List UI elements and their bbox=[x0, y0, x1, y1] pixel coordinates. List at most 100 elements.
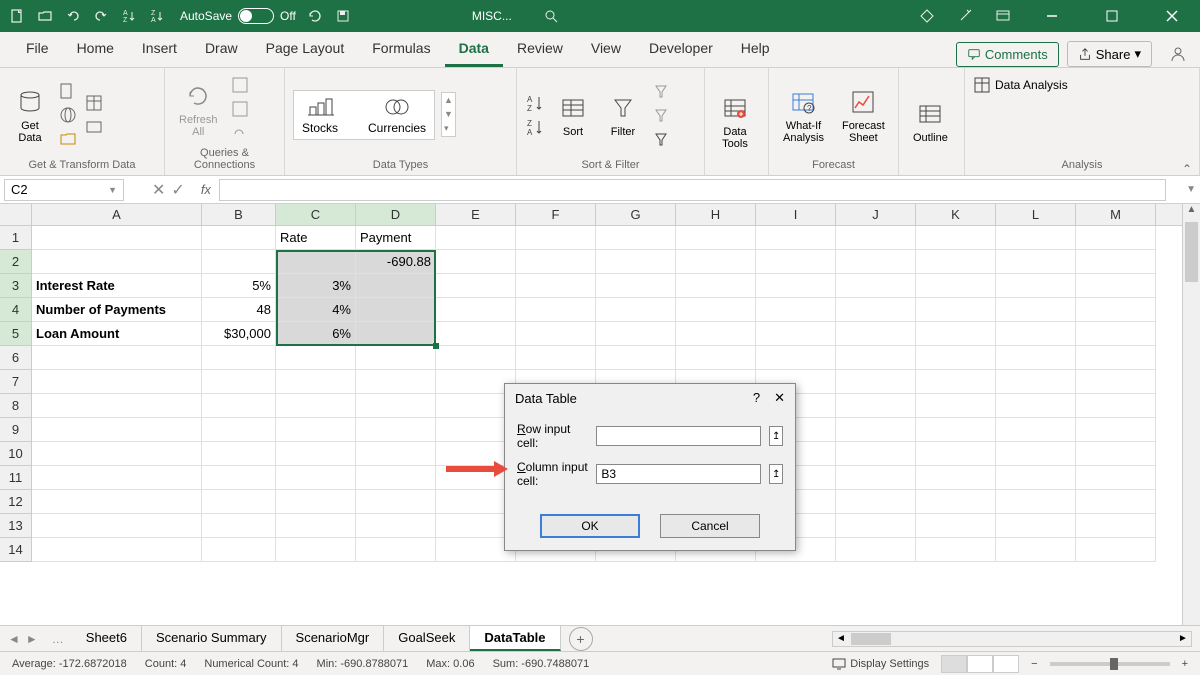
cell-M3[interactable] bbox=[1076, 274, 1156, 298]
cell-K14[interactable] bbox=[916, 538, 996, 562]
cell-L13[interactable] bbox=[996, 514, 1076, 538]
chevron-up-icon[interactable]: ▲ bbox=[444, 95, 453, 105]
cell-K1[interactable] bbox=[916, 226, 996, 250]
cell-H2[interactable] bbox=[676, 250, 756, 274]
row-header-7[interactable]: 7 bbox=[0, 370, 32, 394]
cell-F6[interactable] bbox=[516, 346, 596, 370]
cell-D9[interactable] bbox=[356, 418, 436, 442]
row-ref-picker[interactable]: ↥ bbox=[769, 426, 783, 446]
page-break-view-button[interactable] bbox=[993, 655, 1019, 673]
col-header-J[interactable]: J bbox=[836, 204, 916, 225]
cell-E1[interactable] bbox=[436, 226, 516, 250]
cell-J12[interactable] bbox=[836, 490, 916, 514]
zoom-slider[interactable] bbox=[1050, 662, 1170, 666]
cell-L10[interactable] bbox=[996, 442, 1076, 466]
cell-D14[interactable] bbox=[356, 538, 436, 562]
cell-C3[interactable]: 3% bbox=[276, 274, 356, 298]
cell-E3[interactable] bbox=[436, 274, 516, 298]
sort-az-icon[interactable]: AZ bbox=[525, 93, 545, 113]
cell-B6[interactable] bbox=[202, 346, 276, 370]
normal-view-button[interactable] bbox=[941, 655, 967, 673]
cell-F1[interactable] bbox=[516, 226, 596, 250]
cell-A10[interactable] bbox=[32, 442, 202, 466]
data-analysis-button[interactable]: Data Analysis bbox=[973, 76, 1068, 94]
cell-K7[interactable] bbox=[916, 370, 996, 394]
what-if-button[interactable]: ? What-If Analysis bbox=[777, 84, 830, 146]
col-header-E[interactable]: E bbox=[436, 204, 516, 225]
cell-K2[interactable] bbox=[916, 250, 996, 274]
cell-E4[interactable] bbox=[436, 298, 516, 322]
cell-L11[interactable] bbox=[996, 466, 1076, 490]
cell-A3[interactable]: Interest Rate bbox=[32, 274, 202, 298]
autosave-toggle[interactable]: AutoSave Off bbox=[180, 8, 296, 24]
cell-J3[interactable] bbox=[836, 274, 916, 298]
name-box[interactable]: C2 ▼ bbox=[4, 179, 124, 201]
cell-K12[interactable] bbox=[916, 490, 996, 514]
edit-links-icon[interactable] bbox=[230, 123, 250, 143]
col-header-L[interactable]: L bbox=[996, 204, 1076, 225]
cell-E2[interactable] bbox=[436, 250, 516, 274]
cell-M9[interactable] bbox=[1076, 418, 1156, 442]
cell-C14[interactable] bbox=[276, 538, 356, 562]
row-header-6[interactable]: 6 bbox=[0, 346, 32, 370]
row-header-4[interactable]: 4 bbox=[0, 298, 32, 322]
cell-H1[interactable] bbox=[676, 226, 756, 250]
menu-tab-home[interactable]: Home bbox=[63, 32, 128, 67]
col-header-K[interactable]: K bbox=[916, 204, 996, 225]
save-icon[interactable] bbox=[334, 7, 352, 25]
scroll-right-icon[interactable]: ► bbox=[1175, 633, 1191, 644]
cell-C7[interactable] bbox=[276, 370, 356, 394]
cell-A12[interactable] bbox=[32, 490, 202, 514]
cell-J4[interactable] bbox=[836, 298, 916, 322]
cell-A6[interactable] bbox=[32, 346, 202, 370]
cell-J8[interactable] bbox=[836, 394, 916, 418]
collapse-ribbon-icon[interactable]: ⌃ bbox=[1182, 162, 1192, 176]
cell-D11[interactable] bbox=[356, 466, 436, 490]
cell-B1[interactable] bbox=[202, 226, 276, 250]
menu-tab-formulas[interactable]: Formulas bbox=[358, 32, 444, 67]
cell-B11[interactable] bbox=[202, 466, 276, 490]
horizontal-scrollbar[interactable]: ◄ ► bbox=[832, 631, 1192, 647]
cell-K9[interactable] bbox=[916, 418, 996, 442]
cell-L8[interactable] bbox=[996, 394, 1076, 418]
cell-G2[interactable] bbox=[596, 250, 676, 274]
cell-C13[interactable] bbox=[276, 514, 356, 538]
sort-button[interactable]: Sort bbox=[551, 90, 595, 140]
menu-tab-data[interactable]: Data bbox=[445, 32, 503, 67]
clear-filter-icon[interactable] bbox=[651, 81, 671, 101]
cell-L12[interactable] bbox=[996, 490, 1076, 514]
data-tools-button[interactable]: Data Tools bbox=[713, 90, 757, 152]
cell-I3[interactable] bbox=[756, 274, 836, 298]
cell-M14[interactable] bbox=[1076, 538, 1156, 562]
cell-G3[interactable] bbox=[596, 274, 676, 298]
outline-button[interactable]: Outline bbox=[907, 96, 954, 146]
cell-K4[interactable] bbox=[916, 298, 996, 322]
menu-tab-page-layout[interactable]: Page Layout bbox=[252, 32, 359, 67]
cell-C9[interactable] bbox=[276, 418, 356, 442]
cell-J2[interactable] bbox=[836, 250, 916, 274]
from-folder-icon[interactable] bbox=[58, 129, 78, 149]
cell-B7[interactable] bbox=[202, 370, 276, 394]
cell-G4[interactable] bbox=[596, 298, 676, 322]
scroll-thumb[interactable] bbox=[1185, 222, 1198, 282]
cell-C4[interactable]: 4% bbox=[276, 298, 356, 322]
enter-formula-icon[interactable]: ✓ bbox=[171, 180, 184, 200]
user-icon[interactable] bbox=[1168, 44, 1188, 64]
col-header-B[interactable]: B bbox=[202, 204, 276, 225]
row-header-14[interactable]: 14 bbox=[0, 538, 32, 562]
sheet-nav-prev[interactable]: ◄ bbox=[8, 632, 20, 646]
col-header-C[interactable]: C bbox=[276, 204, 356, 225]
open-file-icon[interactable] bbox=[36, 7, 54, 25]
display-settings[interactable]: Display Settings bbox=[832, 657, 929, 671]
menu-tab-review[interactable]: Review bbox=[503, 32, 577, 67]
cell-K5[interactable] bbox=[916, 322, 996, 346]
cell-B12[interactable] bbox=[202, 490, 276, 514]
cell-F5[interactable] bbox=[516, 322, 596, 346]
cell-B5[interactable]: $30,000 bbox=[202, 322, 276, 346]
cell-D5[interactable] bbox=[356, 322, 436, 346]
cell-B4[interactable]: 48 bbox=[202, 298, 276, 322]
cell-J10[interactable] bbox=[836, 442, 916, 466]
cell-M1[interactable] bbox=[1076, 226, 1156, 250]
cell-D6[interactable] bbox=[356, 346, 436, 370]
cell-D8[interactable] bbox=[356, 394, 436, 418]
